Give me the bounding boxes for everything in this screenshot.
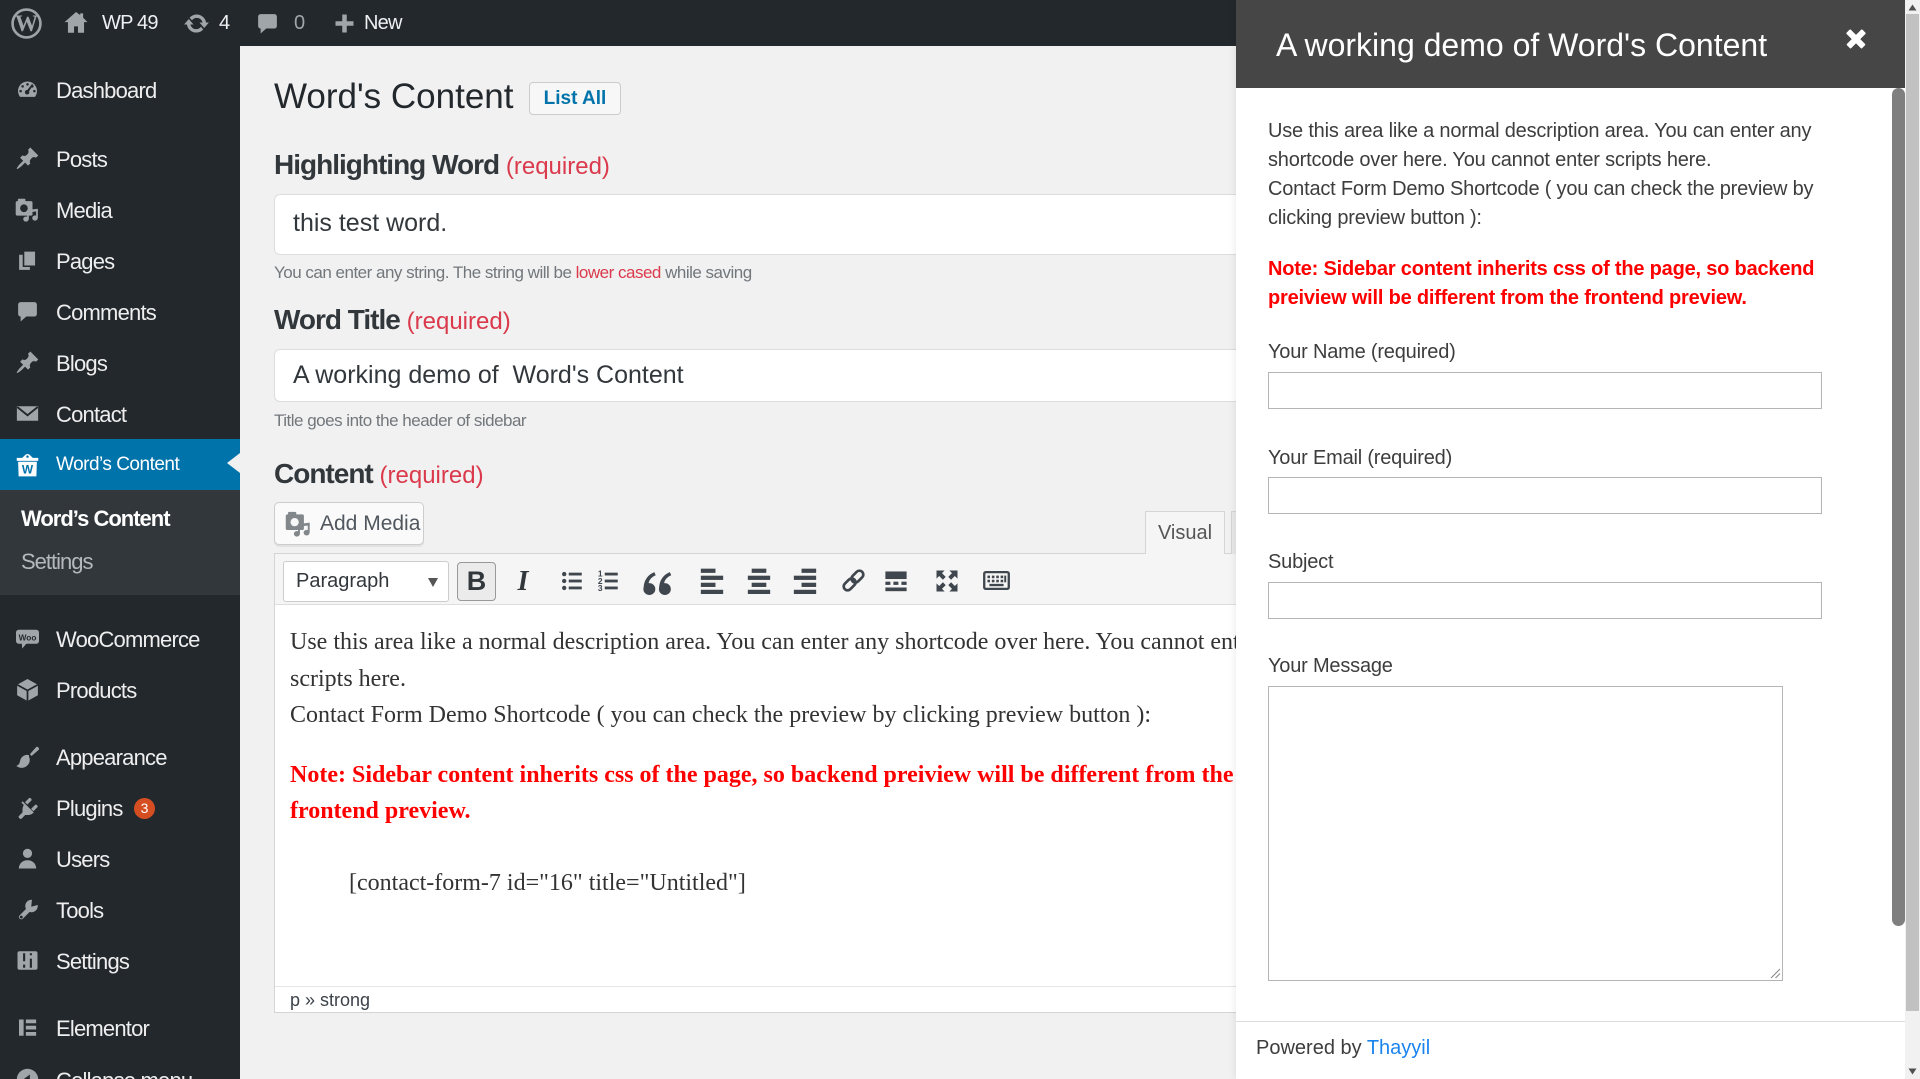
svg-text:W: W bbox=[15, 11, 38, 37]
svg-text:3: 3 bbox=[598, 582, 603, 592]
svg-text:Woo: Woo bbox=[19, 633, 37, 642]
svg-text:W: W bbox=[22, 463, 34, 477]
